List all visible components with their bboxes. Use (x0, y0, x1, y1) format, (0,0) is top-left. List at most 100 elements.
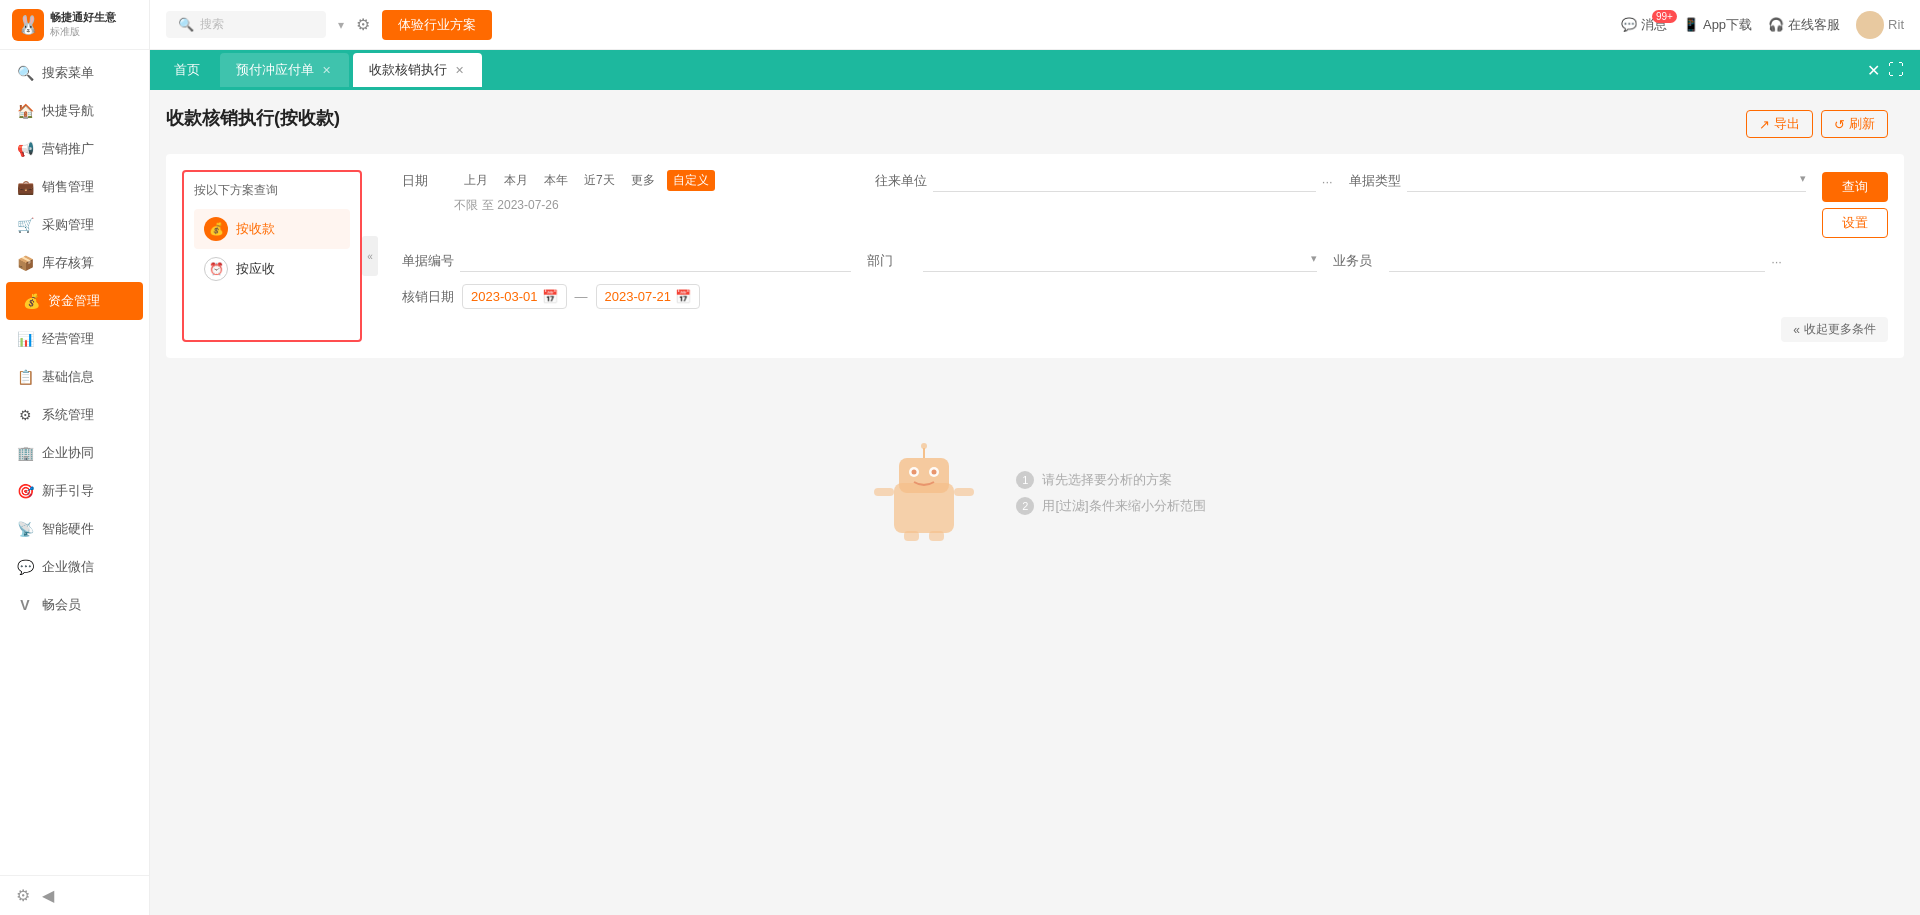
sidebar-item-marketing[interactable]: 📢 营销推广 (0, 130, 149, 168)
inventory-icon: 📦 (16, 255, 34, 271)
sidebar-item-purchase[interactable]: 🛒 采购管理 (0, 206, 149, 244)
more-conditions-button[interactable]: « 收起更多条件 (1781, 317, 1888, 342)
app-download-icon: 📱 (1683, 17, 1699, 32)
export-icon: ↗ (1759, 117, 1770, 132)
salesperson-more-icon[interactable]: ··· (1771, 254, 1782, 269)
tab-receipt-close-icon[interactable]: ✕ (453, 62, 466, 79)
shortcut-7days[interactable]: 近7天 (580, 170, 619, 191)
sidebar-item-wechat[interactable]: 💬 企业微信 (0, 548, 149, 586)
sidebar-label-inventory: 库存核算 (42, 254, 94, 272)
calendar-start-icon[interactable]: 📅 (542, 289, 558, 304)
tab-prepay-label: 预付冲应付单 (236, 61, 314, 79)
sidebar-item-smart-hw[interactable]: 📡 智能硬件 (0, 510, 149, 548)
app-logo: 🐰 畅捷通好生意 标准版 (0, 0, 149, 50)
export-label: 导出 (1774, 115, 1800, 133)
tip-1-number: 1 (1016, 471, 1034, 489)
sidebar-item-basic-info[interactable]: 📋 基础信息 (0, 358, 149, 396)
tabbar-actions: ✕ ⛶ (1867, 61, 1912, 80)
quick-nav-icon: 🏠 (16, 103, 34, 119)
sidebar-item-quick-nav[interactable]: 🏠 快捷导航 (0, 92, 149, 130)
tabbar: 首页 预付冲应付单 ✕ 收款核销执行 ✕ ✕ ⛶ (150, 50, 1920, 90)
sidebar-label-enterprise: 企业协同 (42, 444, 94, 462)
shortcut-custom[interactable]: 自定义 (667, 170, 715, 191)
filter-actions: 查询 设置 (1822, 170, 1888, 238)
sidebar-item-finance[interactable]: 💰 资金管理 (6, 282, 143, 320)
tab-prepay-conflict[interactable]: 预付冲应付单 ✕ (220, 53, 349, 87)
tab-prepay-close-icon[interactable]: ✕ (320, 62, 333, 79)
expand-icon[interactable]: ⛶ (1888, 61, 1904, 80)
sidebar-label-vip: 畅会员 (42, 596, 81, 614)
counterparty-input[interactable] (933, 170, 1315, 192)
online-service-button[interactable]: 🎧 在线客服 (1768, 16, 1840, 34)
search-menu-icon: 🔍 (16, 65, 34, 81)
sidebar: 🐰 畅捷通好生意 标准版 🔍 搜索菜单 🏠 快捷导航 📢 营销推广 💼 销售管理… (0, 0, 150, 915)
shortcut-this-year[interactable]: 本年 (540, 170, 572, 191)
sidebar-item-vip[interactable]: V 畅会员 (0, 586, 149, 624)
topbar-gear-icon[interactable]: ⚙ (356, 15, 370, 34)
export-button[interactable]: ↗ 导出 (1746, 110, 1813, 138)
query-option-by-receipt[interactable]: 💰 按收款 (194, 209, 350, 249)
sidebar-item-guide[interactable]: 🎯 新手引导 (0, 472, 149, 510)
writeoff-date-start-input[interactable]: 2023-03-01 📅 (462, 284, 567, 309)
collapse-filter-button[interactable]: « (362, 236, 378, 276)
vip-icon: V (16, 597, 34, 613)
writeoff-date-end-input[interactable]: 2023-07-21 📅 (596, 284, 701, 309)
empty-tips: 1 请先选择要分析的方案 2 用[过滤]条件来缩小分析范围 (1016, 471, 1205, 515)
filter-form-area: 日期 上月 本月 本年 近7天 更多 自定义 不限 至 2023-07-26 (378, 170, 1888, 342)
empty-illustration (864, 438, 984, 548)
shortcut-this-month[interactable]: 本月 (500, 170, 532, 191)
app-download-button[interactable]: 📱 App下载 (1683, 16, 1752, 34)
guide-icon: 🎯 (16, 483, 34, 499)
settings-icon[interactable]: ⚙ (16, 886, 30, 905)
tab-receipt-label: 收款核销执行 (369, 61, 447, 79)
salesperson-input[interactable] (1389, 250, 1765, 272)
department-select[interactable]: ▾ (923, 250, 1316, 272)
system-icon: ⚙ (16, 407, 34, 423)
date-separator: — (575, 289, 588, 304)
shortcut-more[interactable]: 更多 (627, 170, 659, 191)
salesperson-filter: 业务员 ··· (1333, 250, 1782, 272)
sidebar-item-sales[interactable]: 💼 销售管理 (0, 168, 149, 206)
collapse-sidebar-icon[interactable]: ◀︎ (42, 886, 54, 905)
page-content: 收款核销执行(按收款) ↗ 导出 ↺ 刷新 按以下方案查询 💰 按收款 (150, 90, 1920, 915)
by-receipt-label: 按收款 (236, 220, 275, 238)
writeoff-date-start-value: 2023-03-01 (471, 289, 538, 304)
tab-home[interactable]: 首页 (158, 53, 216, 87)
counterparty-more-icon[interactable]: ··· (1322, 174, 1333, 189)
query-selector: 按以下方案查询 💰 按收款 ⏰ 按应收 (182, 170, 362, 342)
filter-row-2: 单据编号 部门 ▾ 业务员 · (402, 250, 1888, 272)
order-no-input[interactable] (460, 250, 851, 272)
sidebar-item-system[interactable]: ⚙ 系统管理 (0, 396, 149, 434)
settings-button[interactable]: 设置 (1822, 208, 1888, 238)
business-icon: 📊 (16, 331, 34, 347)
order-type-select[interactable]: ▾ (1407, 170, 1806, 192)
sidebar-item-business[interactable]: 📊 经营管理 (0, 320, 149, 358)
sidebar-item-inventory[interactable]: 📦 库存核算 (0, 244, 149, 282)
global-search[interactable]: 🔍 搜索 (166, 11, 326, 38)
query-option-by-receivable[interactable]: ⏰ 按应收 (194, 249, 350, 289)
logo-subtitle: 标准版 (50, 25, 116, 39)
sidebar-item-enterprise[interactable]: 🏢 企业协同 (0, 434, 149, 472)
salesperson-label: 业务员 (1333, 252, 1383, 270)
tip-2-text: 用[过滤]条件来缩小分析范围 (1042, 497, 1205, 515)
empty-tip-1: 1 请先选择要分析的方案 (1016, 471, 1205, 489)
online-service-icon: 🎧 (1768, 17, 1784, 32)
close-tab-icon[interactable]: ✕ (1867, 61, 1880, 80)
refresh-button[interactable]: ↺ 刷新 (1821, 110, 1888, 138)
message-button[interactable]: 💬 消息 99+ (1621, 16, 1667, 34)
writeoff-date-filter: 核销日期 2023-03-01 📅 — 2023-07-21 📅 (402, 284, 700, 309)
username: Rit (1888, 17, 1904, 32)
user-menu[interactable]: Rit (1856, 11, 1904, 39)
query-button[interactable]: 查询 (1822, 172, 1888, 202)
calendar-end-icon[interactable]: 📅 (675, 289, 691, 304)
tab-receipt-writeoff[interactable]: 收款核销执行 ✕ (353, 53, 482, 87)
sidebar-item-search-menu[interactable]: 🔍 搜索菜单 (0, 54, 149, 92)
writeoff-date-end-value: 2023-07-21 (605, 289, 672, 304)
industry-solution-button[interactable]: 体验行业方案 (382, 10, 492, 40)
search-chevron-icon[interactable]: ▾ (338, 18, 344, 32)
more-conditions-area: « 收起更多条件 (402, 317, 1888, 342)
shortcut-last-month[interactable]: 上月 (460, 170, 492, 191)
date-label: 日期 (402, 172, 452, 190)
sidebar-label-search-menu: 搜索菜单 (42, 64, 94, 82)
sidebar-label-business: 经营管理 (42, 330, 94, 348)
